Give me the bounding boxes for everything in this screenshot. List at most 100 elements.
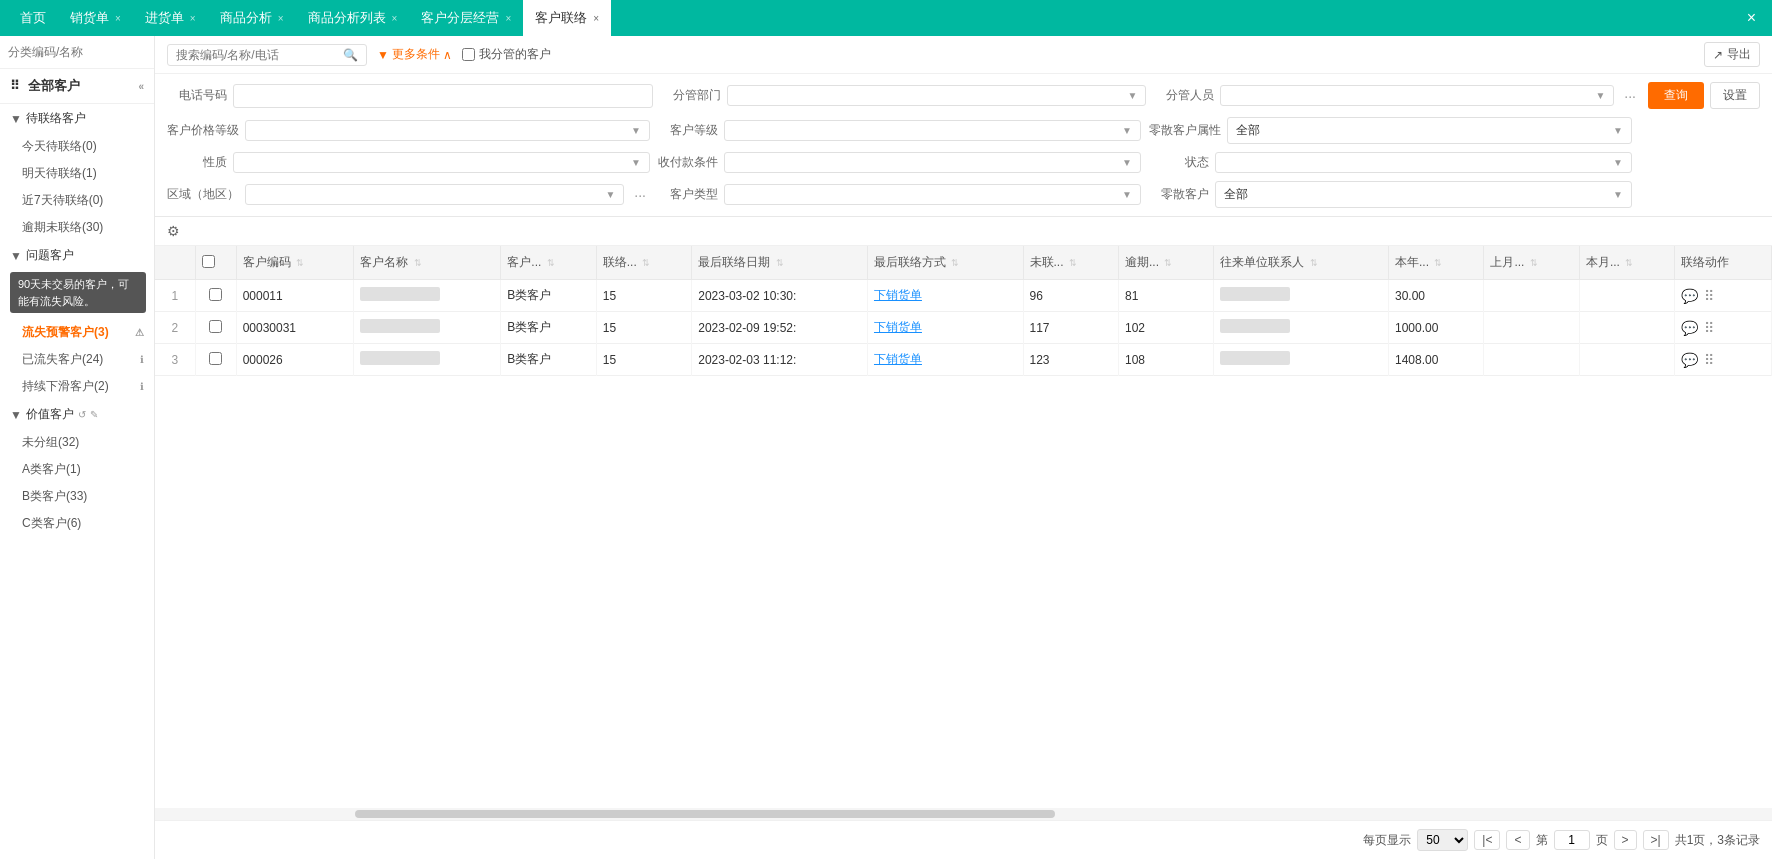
col-code: 客户编码 ⇅ (236, 246, 354, 280)
horizontal-scrollbar[interactable] (155, 808, 1772, 820)
close-customer-segment-tab[interactable]: × (505, 13, 511, 24)
phone-input[interactable] (233, 84, 653, 108)
status-select[interactable]: ▼ (1215, 152, 1632, 173)
code-sort-icon[interactable]: ⇅ (296, 258, 304, 268)
row-checkbox-0[interactable] (209, 288, 222, 301)
close-sales-tab[interactable]: × (115, 13, 121, 24)
sidebar-churned[interactable]: 已流失客户(24) ℹ (0, 346, 154, 373)
nature-select[interactable]: ▼ (233, 152, 650, 173)
action-chat-icon-0[interactable]: 💬 (1681, 288, 1698, 304)
customer-level-select[interactable]: ▼ (724, 120, 1141, 141)
page-input[interactable] (1554, 830, 1590, 850)
region-more-dots[interactable]: ··· (630, 187, 650, 203)
action-more-icon-0[interactable]: ⠿ (1704, 288, 1714, 304)
nav-customer-contact[interactable]: 客户联络 × (523, 0, 611, 36)
sidebar-c-class[interactable]: C类客户(6) (0, 510, 154, 537)
prev-page-button[interactable]: < (1506, 830, 1529, 850)
section-arrow-pending: ▼ (10, 112, 22, 126)
filter-search-input[interactable] (176, 48, 343, 62)
sidebar-ungrouped[interactable]: 未分组(32) (0, 429, 154, 456)
filter-search-button[interactable]: 🔍 (343, 48, 358, 62)
region-select[interactable]: ▼ (245, 184, 624, 205)
nav-customer-segment[interactable]: 客户分层经营 × (409, 0, 523, 36)
next-page-button[interactable]: > (1614, 830, 1637, 850)
section-problem-customers[interactable]: ▼ 问题客户 (0, 241, 154, 270)
more-conditions-button[interactable]: ▼ 更多条件 ∧ (377, 46, 452, 63)
pagination-bar: 每页显示 50 100 |< < 第 页 > >| 共1页，3条记录 (155, 820, 1772, 859)
way-sort-icon[interactable]: ⇅ (951, 258, 959, 268)
per-page-select[interactable]: 50 100 (1417, 829, 1468, 851)
sidebar-collapse-icon[interactable]: « (138, 81, 144, 92)
row-checkbox-1[interactable] (209, 320, 222, 333)
export-button[interactable]: ↗ 导出 (1704, 42, 1760, 67)
date-sort-icon[interactable]: ⇅ (776, 258, 784, 268)
customer-type-select[interactable]: ▼ (724, 184, 1141, 205)
select-all-checkbox[interactable] (202, 255, 215, 268)
nav-purchase[interactable]: 进货单 × (133, 0, 208, 36)
query-button[interactable]: 查询 (1648, 82, 1704, 109)
nav-home[interactable]: 首页 (8, 0, 58, 36)
sidebar-overdue-pending[interactable]: 逾期未联络(30) (0, 214, 154, 241)
overdue-sort-icon[interactable]: ⇅ (1164, 258, 1172, 268)
action-more-icon-2[interactable]: ⠿ (1704, 352, 1714, 368)
payment-field: 收付款条件 ▼ (658, 152, 1141, 173)
close-customer-contact-tab[interactable]: × (593, 13, 599, 24)
type-sort-icon[interactable]: ⇅ (547, 258, 555, 268)
action-more-icon-1[interactable]: ⠿ (1704, 320, 1714, 336)
manager-select[interactable]: ▼ (1220, 85, 1614, 106)
close-purchase-tab[interactable]: × (190, 13, 196, 24)
row-last-month-2 (1484, 344, 1579, 376)
name-sort-icon[interactable]: ⇅ (414, 258, 422, 268)
sidebar-declining[interactable]: 持续下滑客户(2) ℹ (0, 373, 154, 400)
row-checkbox-2[interactable] (209, 352, 222, 365)
value-refresh-icon[interactable]: ↺ (78, 409, 86, 420)
lmonth-sort-icon[interactable]: ⇅ (1530, 258, 1538, 268)
my-customers-checkbox[interactable] (462, 48, 475, 61)
dept-select[interactable]: ▼ (727, 85, 1147, 106)
nature-arrow: ▼ (631, 157, 641, 168)
sidebar-today-pending[interactable]: 今天待联络(0) (0, 133, 154, 160)
price-level-select[interactable]: ▼ (245, 120, 650, 141)
row-unit-contact-2 (1214, 344, 1389, 376)
sidebar-churn-warning[interactable]: 流失预警客户(3) ⚠ (0, 319, 154, 346)
unit-sort-icon[interactable]: ⇅ (1310, 258, 1318, 268)
action-chat-icon-2[interactable]: 💬 (1681, 352, 1698, 368)
nav-product-analysis[interactable]: 商品分析 × (208, 0, 296, 36)
close-product-analysis-tab[interactable]: × (278, 13, 284, 24)
sidebar-b-class[interactable]: B类客户(33) (0, 483, 154, 510)
manager-more-dots[interactable]: ··· (1620, 88, 1640, 104)
section-pending-contact[interactable]: ▼ 待联络客户 (0, 104, 154, 133)
customer-table: 客户编码 ⇅ 客户名称 ⇅ 客户... ⇅ 联络... (155, 246, 1772, 376)
table-settings-icon[interactable]: ⚙ (167, 223, 180, 239)
last-page-button[interactable]: >| (1643, 830, 1669, 850)
action-chat-icon-1[interactable]: 💬 (1681, 320, 1698, 336)
contact-sort-icon[interactable]: ⇅ (642, 258, 650, 268)
declining-info-icon: ℹ (140, 381, 144, 392)
year-sort-icon[interactable]: ⇅ (1434, 258, 1442, 268)
sidebar-tomorrow-pending[interactable]: 明天待联络(1) (0, 160, 154, 187)
scrollbar-thumb[interactable] (355, 810, 1055, 818)
scattered-customer-select[interactable]: 全部 ▼ (1215, 181, 1632, 208)
sidebar-7day-pending[interactable]: 近7天待联络(0) (0, 187, 154, 214)
row-unit-contact-0 (1214, 280, 1389, 312)
nav-product-list[interactable]: 商品分析列表 × (296, 0, 410, 36)
payment-select[interactable]: ▼ (724, 152, 1141, 173)
uncontact-sort-icon[interactable]: ⇅ (1069, 258, 1077, 268)
tmonth-sort-icon[interactable]: ⇅ (1625, 258, 1633, 268)
nav-sales[interactable]: 销货单 × (58, 0, 133, 36)
row-uncontact-1: 117 (1023, 312, 1118, 344)
sidebar-a-class[interactable]: A类客户(1) (0, 456, 154, 483)
section-arrow-value: ▼ (10, 408, 22, 422)
sidebar-all-customers[interactable]: ⠿ 全部客户 « (0, 69, 154, 104)
close-product-list-tab[interactable]: × (392, 13, 398, 24)
first-page-button[interactable]: |< (1474, 830, 1500, 850)
value-edit-icon[interactable]: ✎ (90, 409, 98, 420)
settings-button[interactable]: 设置 (1710, 82, 1760, 109)
row-last-date-1: 2023-02-09 19:52: (692, 312, 868, 344)
row-index-1: 2 (155, 312, 195, 344)
close-all-button[interactable]: × (1739, 9, 1764, 27)
sidebar-search-input[interactable] (8, 45, 155, 59)
section-value-customers[interactable]: ▼ 价值客户 ↺ ✎ (0, 400, 154, 429)
scattered-attr-select[interactable]: 全部 ▼ (1227, 117, 1632, 144)
dept-arrow-icon: ▼ (1127, 90, 1137, 101)
